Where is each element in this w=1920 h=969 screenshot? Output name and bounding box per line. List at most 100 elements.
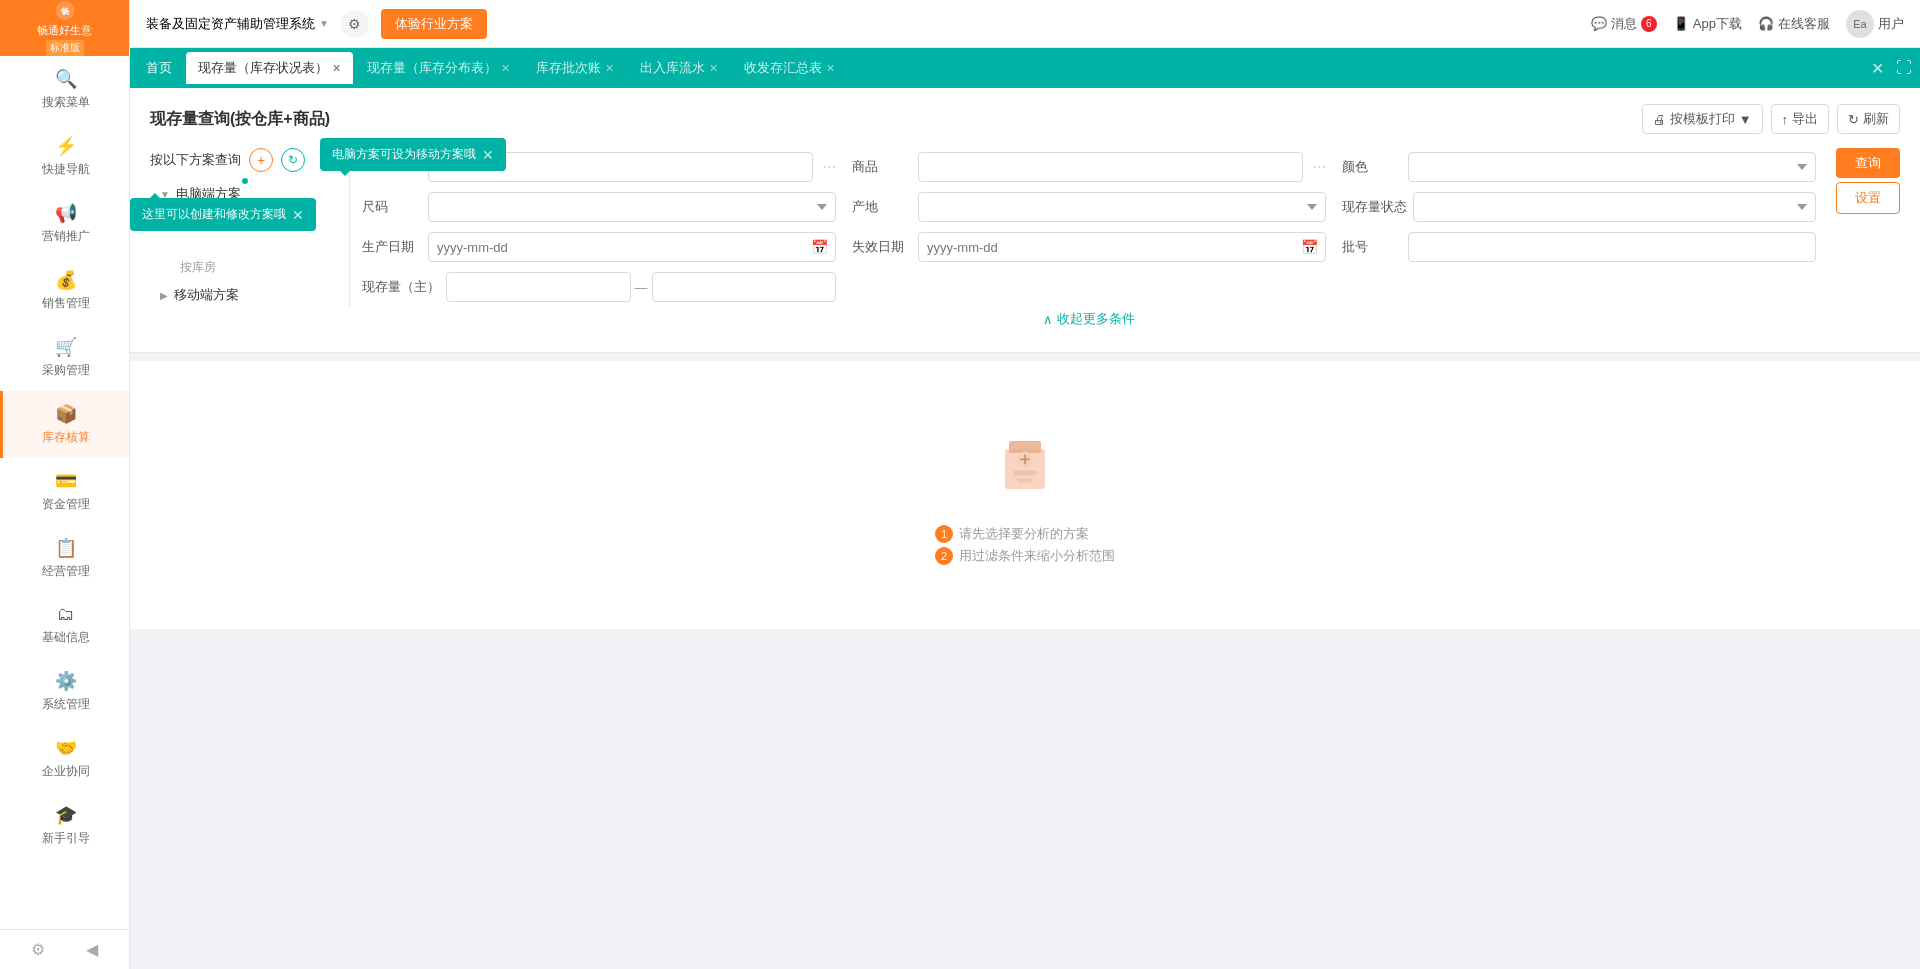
industry-button[interactable]: 体验行业方案 bbox=[381, 9, 487, 39]
notification-label: 消息 bbox=[1611, 15, 1637, 33]
header-right: 💬 消息 6 📱 App下载 🎧 在线客服 Ea 用户 bbox=[1591, 10, 1904, 38]
online-service-action[interactable]: 🎧 在线客服 bbox=[1758, 15, 1830, 33]
tab-batch[interactable]: 库存批次账 ✕ bbox=[524, 52, 626, 84]
expire-date-filter: 失效日期 📅 bbox=[852, 232, 1326, 262]
sidebar-bottom: ⚙ ◀ bbox=[0, 929, 129, 969]
stock-amount-from[interactable] bbox=[446, 272, 631, 302]
warehouse-dots[interactable]: ··· bbox=[823, 158, 836, 176]
stock-status-select[interactable] bbox=[1413, 192, 1816, 222]
collapse-row[interactable]: ∧ 收起更多条件 bbox=[362, 302, 1816, 336]
goods-dots[interactable]: ··· bbox=[1313, 158, 1326, 176]
export-button[interactable]: ↑ 导出 bbox=[1771, 104, 1830, 134]
app-download-action[interactable]: 📱 App下载 bbox=[1673, 15, 1742, 33]
filter-left: 按以下方案查询 + ↻ ← 电脑方案可设为移动方案哦 ✕ bbox=[150, 148, 350, 307]
batch-input[interactable] bbox=[1408, 232, 1816, 262]
system-title: 装备及固定资产辅助管理系统 bbox=[146, 15, 315, 33]
quick-nav-icon: ⚡ bbox=[55, 135, 77, 157]
logo-badge: 标准版 bbox=[46, 40, 84, 56]
produce-date-filter: 生产日期 📅 bbox=[362, 232, 836, 262]
size-select[interactable] bbox=[428, 192, 836, 222]
tip1-text: 请先选择要分析的方案 bbox=[959, 525, 1089, 543]
size-filter: 尺码 bbox=[362, 192, 836, 222]
reset-button[interactable]: 设置 bbox=[1836, 182, 1900, 214]
sidebar-item-guide[interactable]: 🎓 新手引导 bbox=[0, 792, 129, 859]
goods-filter: 商品 ··· bbox=[852, 152, 1326, 182]
expire-date-label: 失效日期 bbox=[852, 238, 912, 256]
operations-icon: 📋 bbox=[55, 537, 77, 559]
origin-select[interactable] bbox=[918, 192, 1326, 222]
sidebar-item-base-info-label: 基础信息 bbox=[42, 629, 90, 646]
tooltip1-close[interactable]: ✕ bbox=[482, 147, 494, 163]
empty-tips: 1 请先选择要分析的方案 2 用过滤条件来缩小分析范围 bbox=[935, 521, 1115, 569]
sidebar-item-quick-nav-label: 快捷导航 bbox=[42, 161, 90, 178]
sidebar-item-system[interactable]: ⚙️ 系统管理 bbox=[0, 658, 129, 725]
produce-date-cal-icon[interactable]: 📅 bbox=[811, 239, 828, 255]
add-scheme-btn[interactable]: + bbox=[249, 148, 273, 172]
settings-gear-btn[interactable]: ⚙ bbox=[341, 10, 369, 38]
expire-date-cal-icon[interactable]: 📅 bbox=[1301, 239, 1318, 255]
print-label: 按模板打印 bbox=[1670, 110, 1735, 128]
sidebar-item-marketing[interactable]: 📢 营销推广 bbox=[0, 190, 129, 257]
sidebar-item-enterprise-label: 企业协同 bbox=[42, 763, 90, 780]
scheme-tree: ▼ 电脑端方案 这里可以创建和修改方案哦 ✕ 按库房 bbox=[160, 182, 339, 307]
sidebar-item-quick-nav[interactable]: ⚡ 快捷导航 bbox=[0, 123, 129, 190]
sidebar-item-assets[interactable]: 💳 资金管理 bbox=[0, 458, 129, 525]
stock-amount-to[interactable] bbox=[652, 272, 837, 302]
enterprise-icon: 🤝 bbox=[55, 737, 77, 759]
tab-flow-close-icon[interactable]: ✕ bbox=[709, 62, 718, 75]
collapse-btn[interactable]: ◀ bbox=[86, 940, 98, 959]
notification-icon: 💬 bbox=[1591, 16, 1607, 31]
tab-maximize-icon[interactable]: ⛶ bbox=[1892, 55, 1916, 81]
tab-summary-close-icon[interactable]: ✕ bbox=[826, 62, 835, 75]
tab-close-all-icon[interactable]: ✕ bbox=[1867, 55, 1888, 82]
color-label: 颜色 bbox=[1342, 158, 1402, 176]
tab-bar: 首页 现存量（库存状况表） ✕ 现存量（库存分布表） ✕ 库存批次账 ✕ 出入库… bbox=[130, 48, 1920, 88]
sidebar-item-purchase[interactable]: 🛒 采购管理 bbox=[0, 324, 129, 391]
logo-text: 畅通好生意 bbox=[37, 23, 92, 38]
color-select[interactable] bbox=[1408, 152, 1816, 182]
purchase-icon: 🛒 bbox=[55, 336, 77, 358]
logo-icon: 畅 bbox=[47, 0, 83, 21]
tooltip2-close[interactable]: ✕ bbox=[292, 207, 304, 223]
sidebar-item-system-label: 系统管理 bbox=[42, 696, 90, 713]
tab-stock-status[interactable]: 现存量（库存状况表） ✕ bbox=[186, 52, 353, 84]
tab-home-label: 首页 bbox=[146, 59, 172, 77]
system-title-select[interactable]: 装备及固定资产辅助管理系统 ▼ bbox=[146, 15, 329, 33]
search-button[interactable]: 查询 bbox=[1836, 148, 1900, 178]
dot-indicator bbox=[240, 176, 250, 186]
expire-date-input[interactable] bbox=[918, 232, 1326, 262]
tab-stock-status-close-icon[interactable]: ✕ bbox=[332, 62, 341, 75]
tab-summary[interactable]: 收发存汇总表 ✕ bbox=[732, 52, 847, 84]
tab-batch-close-icon[interactable]: ✕ bbox=[605, 62, 614, 75]
refresh-button[interactable]: ↻ 刷新 bbox=[1837, 104, 1900, 134]
notification-action[interactable]: 💬 消息 6 bbox=[1591, 15, 1657, 33]
filter-label-row: 按以下方案查询 + ↻ ← bbox=[150, 148, 339, 172]
user-action[interactable]: Ea 用户 bbox=[1846, 10, 1904, 38]
print-button[interactable]: 🖨 按模板打印 ▼ bbox=[1642, 104, 1763, 134]
sidebar-item-sales-label: 销售管理 bbox=[42, 295, 90, 312]
sidebar-item-enterprise[interactable]: 🤝 企业协同 bbox=[0, 725, 129, 792]
goods-input[interactable] bbox=[918, 152, 1303, 182]
tab-flow[interactable]: 出入库流水 ✕ bbox=[628, 52, 730, 84]
sidebar-item-search[interactable]: 🔍 搜索菜单 bbox=[0, 56, 129, 123]
refresh-scheme-btn[interactable]: ↻ bbox=[281, 148, 305, 172]
notification-badge: 6 bbox=[1641, 16, 1657, 32]
sidebar-item-inventory[interactable]: 📦 库存核算 bbox=[0, 391, 129, 458]
scheme-mobile-row[interactable]: ▶ 移动端方案 bbox=[160, 283, 339, 307]
tab-home[interactable]: 首页 bbox=[134, 52, 184, 84]
sidebar-item-sales[interactable]: 💰 销售管理 bbox=[0, 257, 129, 324]
scheme-sub: 按库房 bbox=[180, 256, 339, 279]
tab-stock-dist[interactable]: 现存量（库存分布表） ✕ bbox=[355, 52, 522, 84]
sidebar-item-operations[interactable]: 📋 经营管理 bbox=[0, 525, 129, 592]
goods-input-wrap bbox=[918, 152, 1303, 182]
filter-grid: ··· 商品 ··· 颜色 bbox=[362, 152, 1816, 302]
produce-date-input[interactable] bbox=[428, 232, 836, 262]
filter-right: ··· 商品 ··· 颜色 bbox=[362, 148, 1816, 336]
sidebar-nav: 🔍 搜索菜单 ⚡ 快捷导航 📢 营销推广 💰 销售管理 🛒 采购管理 📦 库存核… bbox=[0, 56, 129, 929]
sidebar-item-base-info[interactable]: 🗂 基础信息 bbox=[0, 592, 129, 658]
tab-stock-dist-close-icon[interactable]: ✕ bbox=[501, 62, 510, 75]
settings-bottom-btn[interactable]: ⚙ bbox=[31, 940, 45, 959]
range-dash: — bbox=[635, 280, 648, 295]
tip1-num: 1 bbox=[935, 525, 953, 543]
tooltip1-text: 电脑方案可设为移动方案哦 bbox=[332, 146, 476, 163]
